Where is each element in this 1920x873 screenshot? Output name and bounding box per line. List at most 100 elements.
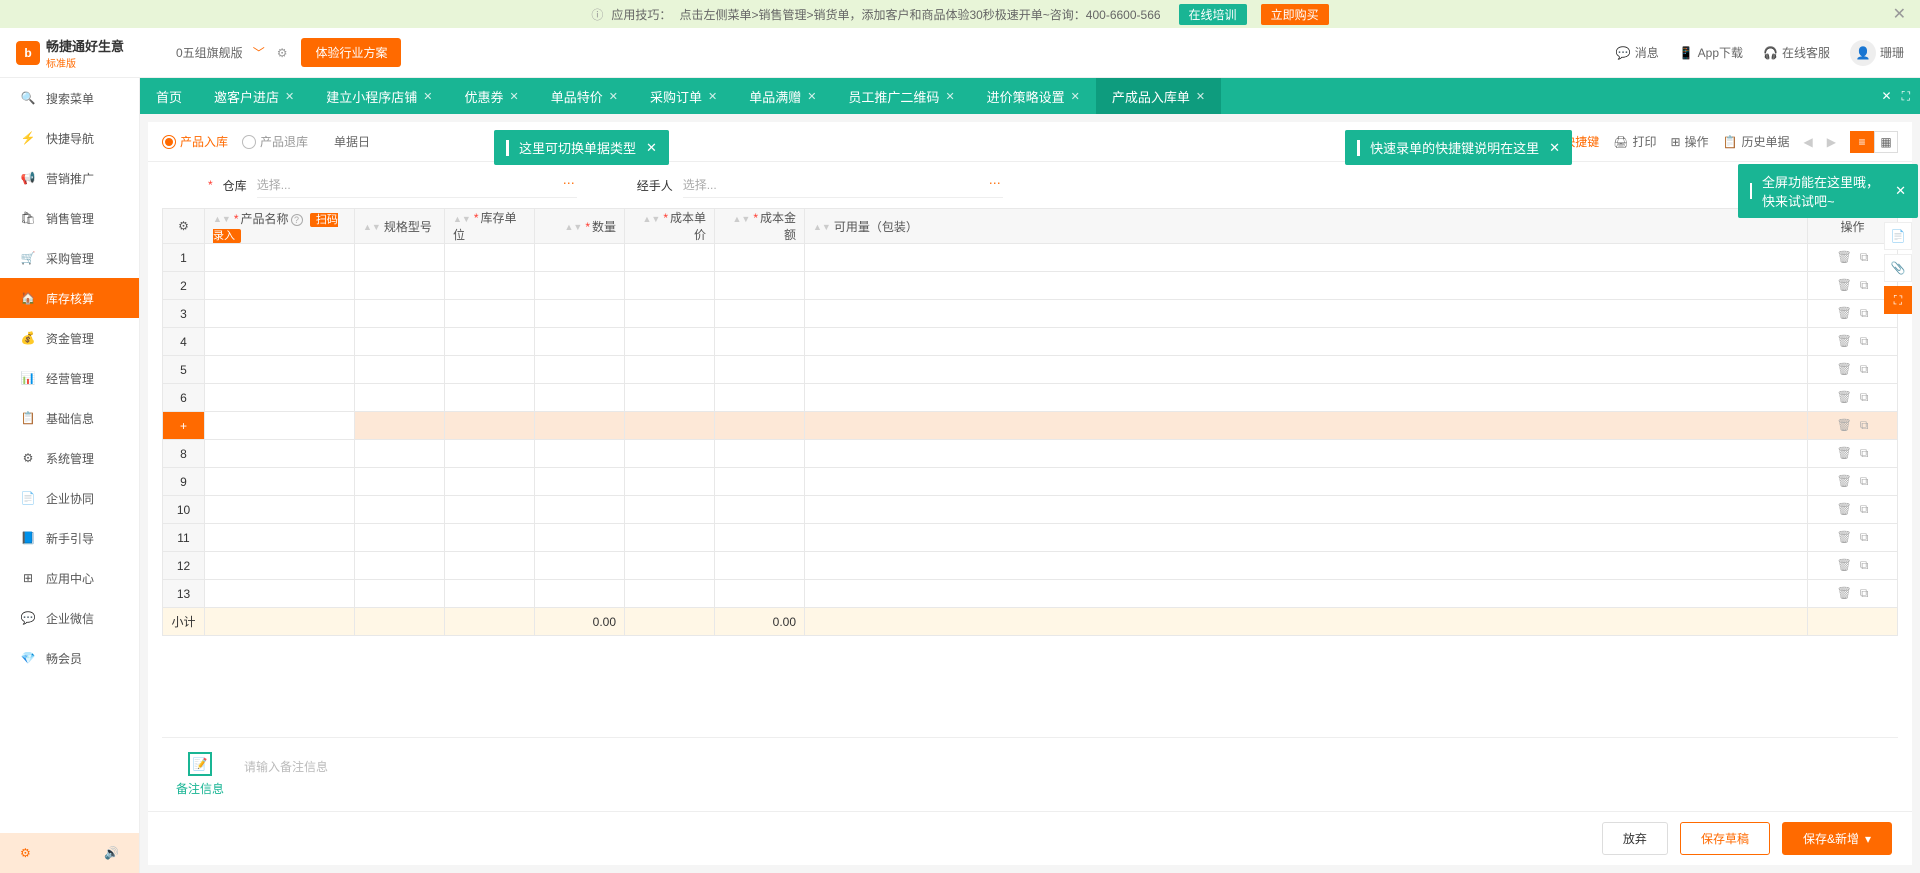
- print-button[interactable]: 🖨打印: [1613, 133, 1656, 150]
- table-row[interactable]: 10🗑⧉: [163, 496, 1898, 524]
- next-icon[interactable]: ▶: [1827, 135, 1836, 149]
- delete-row-icon[interactable]: 🗑: [1837, 334, 1852, 348]
- handler-select[interactable]: 选择...⋯: [683, 172, 1003, 198]
- copy-row-icon[interactable]: ⧉: [1860, 334, 1869, 348]
- messages-link[interactable]: 💬消息: [1616, 44, 1659, 61]
- table-row[interactable]: 8🗑⧉: [163, 440, 1898, 468]
- help-icon[interactable]: ?: [291, 214, 303, 226]
- table-row[interactable]: 2🗑⧉: [163, 272, 1898, 300]
- sidebar-item[interactable]: 🔍搜索菜单: [0, 78, 139, 118]
- table-row[interactable]: 1🗑⧉: [163, 244, 1898, 272]
- copy-row-icon[interactable]: ⧉: [1860, 502, 1869, 516]
- col-unit[interactable]: ▲▼*库存单位: [445, 209, 535, 244]
- prev-icon[interactable]: ◀: [1804, 135, 1813, 149]
- tab-close-icon[interactable]: ✕: [609, 90, 618, 103]
- table-row[interactable]: 11🗑⧉: [163, 524, 1898, 552]
- col-amount[interactable]: ▲▼*成本金额: [715, 209, 805, 244]
- delete-row-icon[interactable]: 🗑: [1837, 474, 1852, 488]
- table-row[interactable]: + 🗑 ⧉: [163, 412, 1898, 440]
- warehouse-select[interactable]: 选择...⋯: [257, 172, 577, 198]
- save-new-button[interactable]: 保存&新增▾: [1782, 822, 1892, 855]
- tab-close-icon[interactable]: ✕: [708, 90, 717, 103]
- col-qty[interactable]: ▲▼*数量: [535, 209, 625, 244]
- col-settings[interactable]: ⚙: [163, 209, 205, 244]
- copy-row-icon[interactable]: ⧉: [1860, 558, 1869, 572]
- tab[interactable]: 邀客户进店✕: [198, 78, 310, 114]
- copy-row-icon[interactable]: ⧉: [1860, 418, 1869, 432]
- tab[interactable]: 采购订单✕: [634, 78, 733, 114]
- delete-row-icon[interactable]: 🗑: [1837, 418, 1852, 432]
- banner-close-icon[interactable]: ✕: [1893, 4, 1906, 24]
- org-selector[interactable]: 0五组旗舰版 ﹀: [176, 44, 265, 61]
- sidebar-item[interactable]: 🏠库存核算: [0, 278, 139, 318]
- tab-close-icon[interactable]: ✕: [510, 90, 519, 103]
- org-settings-icon[interactable]: ⚙: [277, 46, 288, 60]
- delete-row-icon[interactable]: 🗑: [1837, 390, 1852, 404]
- tab[interactable]: 员工推广二维码✕: [832, 78, 970, 114]
- table-row[interactable]: 6🗑⧉: [163, 384, 1898, 412]
- delete-row-icon[interactable]: 🗑: [1837, 278, 1852, 292]
- sidebar-item[interactable]: ⚡快捷导航: [0, 118, 139, 158]
- close-icon[interactable]: ✕: [646, 140, 657, 156]
- col-spec[interactable]: ▲▼规格型号: [355, 209, 445, 244]
- tab-close-icon[interactable]: ✕: [1196, 90, 1205, 103]
- copy-row-icon[interactable]: ⧉: [1860, 586, 1869, 600]
- sidebar-item[interactable]: 🛍销售管理: [0, 198, 139, 238]
- copy-row-icon[interactable]: ⧉: [1860, 474, 1869, 488]
- save-draft-button[interactable]: 保存草稿: [1680, 822, 1770, 855]
- sidebar-item[interactable]: 🛒采购管理: [0, 238, 139, 278]
- sidebar-item[interactable]: 💬企业微信: [0, 598, 139, 638]
- tab-close-icon[interactable]: ✕: [285, 90, 294, 103]
- copy-row-icon[interactable]: ⧉: [1860, 530, 1869, 544]
- experience-button[interactable]: 体验行业方案: [301, 38, 401, 67]
- tabs-expand-icon[interactable]: ⛶: [1902, 89, 1910, 104]
- close-icon[interactable]: ✕: [1895, 183, 1906, 199]
- copy-row-icon[interactable]: ⧉: [1860, 446, 1869, 460]
- tab[interactable]: 产成品入库单✕: [1096, 78, 1221, 114]
- sidebar-item[interactable]: 📊经营管理: [0, 358, 139, 398]
- remarks-input[interactable]: 请输入备注信息: [238, 752, 1884, 797]
- sidebar-item[interactable]: ⊞应用中心: [0, 558, 139, 598]
- sidebar-item[interactable]: ⚙系统管理: [0, 438, 139, 478]
- table-row[interactable]: 13🗑⧉: [163, 580, 1898, 608]
- view-card-button[interactable]: ▦: [1874, 131, 1898, 153]
- app-download-link[interactable]: 📱App下载: [1679, 44, 1743, 61]
- copy-row-icon[interactable]: ⧉: [1860, 250, 1869, 264]
- delete-row-icon[interactable]: 🗑: [1837, 306, 1852, 320]
- tab[interactable]: 首页: [140, 78, 198, 114]
- tab-close-icon[interactable]: ✕: [807, 90, 816, 103]
- tab[interactable]: 进价策略设置✕: [971, 78, 1096, 114]
- table-row[interactable]: 9🗑⧉: [163, 468, 1898, 496]
- online-training-button[interactable]: 在线培训: [1179, 4, 1247, 25]
- close-icon[interactable]: ✕: [1549, 140, 1560, 156]
- sound-icon[interactable]: 🔊: [104, 846, 119, 860]
- radio-product-out[interactable]: 产品退库: [242, 133, 308, 150]
- more-icon[interactable]: ⋯: [989, 176, 1003, 193]
- copy-row-icon[interactable]: ⧉: [1860, 306, 1869, 320]
- col-price[interactable]: ▲▼*成本单价: [625, 209, 715, 244]
- history-button[interactable]: 📋历史单据: [1723, 133, 1790, 150]
- delete-row-icon[interactable]: 🗑: [1837, 446, 1852, 460]
- tab-close-icon[interactable]: ✕: [1071, 90, 1080, 103]
- tab-close-icon[interactable]: ✕: [423, 90, 432, 103]
- float-fullscreen-icon[interactable]: ⛶: [1884, 286, 1912, 314]
- table-row[interactable]: 4🗑⧉: [163, 328, 1898, 356]
- delete-row-icon[interactable]: 🗑: [1837, 362, 1852, 376]
- sidebar-item[interactable]: 💎畅会员: [0, 638, 139, 678]
- tab[interactable]: 单品满赠✕: [733, 78, 832, 114]
- tabs-close-all-icon[interactable]: ✕: [1882, 89, 1892, 103]
- delete-row-icon[interactable]: 🗑: [1837, 530, 1852, 544]
- add-row-icon[interactable]: +: [175, 417, 193, 435]
- operations-button[interactable]: ⊞操作: [1670, 133, 1708, 150]
- table-row[interactable]: 5🗑⧉: [163, 356, 1898, 384]
- copy-row-icon[interactable]: ⧉: [1860, 278, 1869, 292]
- copy-row-icon[interactable]: ⧉: [1860, 362, 1869, 376]
- more-icon[interactable]: ⋯: [563, 176, 577, 193]
- sidebar-item[interactable]: 📢营销推广: [0, 158, 139, 198]
- sidebar-item[interactable]: 📋基础信息: [0, 398, 139, 438]
- customer-service-link[interactable]: 🎧在线客服: [1763, 44, 1830, 61]
- float-attach-icon[interactable]: 📎: [1884, 254, 1912, 282]
- tab[interactable]: 优惠券✕: [448, 78, 534, 114]
- table-row[interactable]: 3🗑⧉: [163, 300, 1898, 328]
- delete-row-icon[interactable]: 🗑: [1837, 558, 1852, 572]
